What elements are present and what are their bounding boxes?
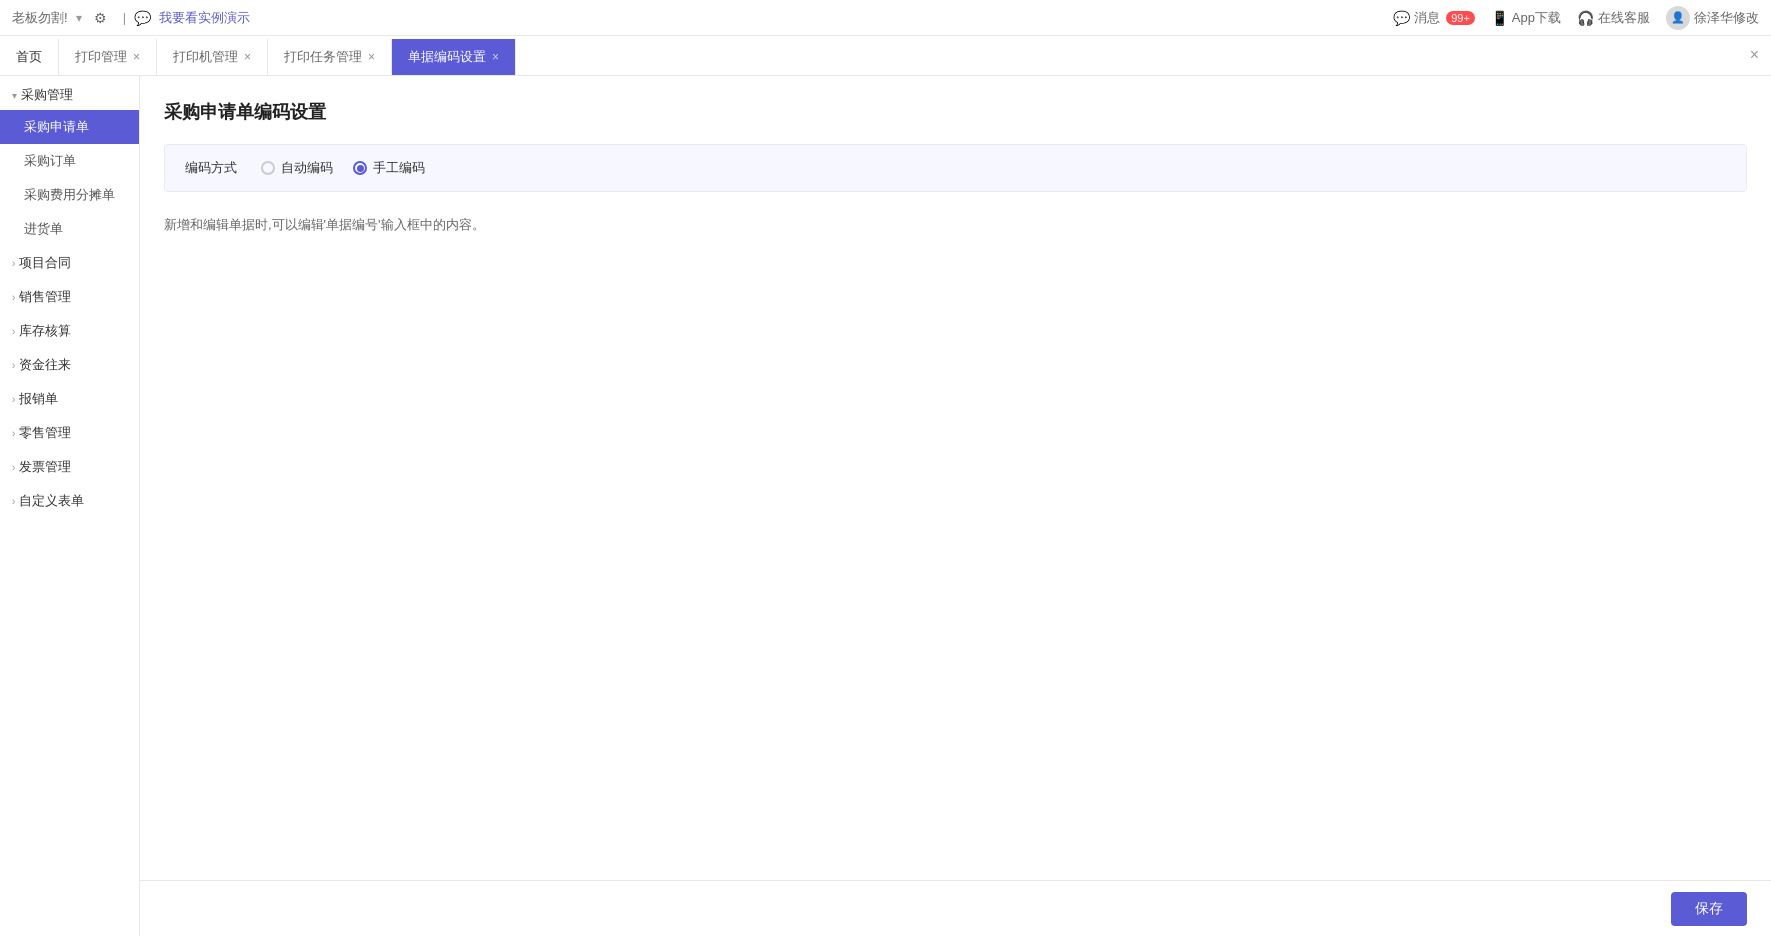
- sidebar-group-procurement: ▾ 采购管理 采购申请单 采购订单 采购费用分摊单 进货单: [0, 76, 139, 246]
- radio-manual-encoding[interactable]: 手工编码: [353, 159, 425, 177]
- sidebar-group-custom-form[interactable]: › 自定义表单: [0, 484, 139, 518]
- chevron-right-icon: ›: [12, 258, 15, 269]
- radio-auto-label: 自动编码: [281, 159, 333, 177]
- radio-manual-label: 手工编码: [373, 159, 425, 177]
- encoding-label: 编码方式: [185, 159, 237, 177]
- demo-link-icon: 💬: [134, 10, 151, 26]
- tab-print-task-mgmt-close[interactable]: ×: [368, 50, 375, 64]
- sidebar-group-sales-mgmt[interactable]: › 销售管理: [0, 280, 139, 314]
- sidebar-group-retail[interactable]: › 零售管理: [0, 416, 139, 450]
- tab-bar-close-all[interactable]: ×: [1738, 35, 1771, 75]
- avatar: 👤: [1666, 6, 1690, 30]
- encoding-radio-group: 自动编码 手工编码: [261, 159, 425, 177]
- page-title: 采购申请单编码设置: [164, 100, 1747, 124]
- demo-link[interactable]: 我要看实例演示: [159, 9, 250, 27]
- tab-home[interactable]: 首页: [0, 39, 59, 75]
- top-bar: 老板勿割! | 💬 我要看实例演示 消息 99+ App下载 在线客服 👤 徐泽…: [0, 0, 1771, 36]
- sidebar-item-purchase-expense[interactable]: 采购费用分摊单: [0, 178, 139, 212]
- tab-print-mgmt-label: 打印管理: [75, 48, 127, 66]
- content-area: 采购申请单编码设置 编码方式 自动编码 手工编码 新增和编辑单据时,可以编辑'单…: [140, 76, 1771, 936]
- tab-barcode-settings-close[interactable]: ×: [492, 50, 499, 64]
- main-layout: ▾ 采购管理 采购申请单 采购订单 采购费用分摊单 进货单 › 项目合同 › 销…: [0, 76, 1771, 936]
- message-label: 消息: [1414, 9, 1440, 27]
- brand-label: 老板勿割!: [12, 9, 68, 27]
- radio-auto-encoding[interactable]: 自动编码: [261, 159, 333, 177]
- sidebar: ▾ 采购管理 采购申请单 采购订单 采购费用分摊单 进货单 › 项目合同 › 销…: [0, 76, 140, 936]
- chevron-right-icon6: ›: [12, 428, 15, 439]
- radio-auto-circle[interactable]: [261, 161, 275, 175]
- service-icon: [1577, 10, 1594, 26]
- user-name: 徐泽华修改: [1694, 9, 1759, 27]
- sidebar-group-returns[interactable]: › 报销单: [0, 382, 139, 416]
- sidebar-group-procurement-title[interactable]: ▾ 采购管理: [0, 76, 139, 110]
- tab-barcode-settings-label: 单据编码设置: [408, 48, 486, 66]
- save-button[interactable]: 保存: [1671, 892, 1747, 926]
- sidebar-item-purchase-request[interactable]: 采购申请单: [0, 110, 139, 144]
- hint-text: 新增和编辑单据时,可以编辑'单据编号'输入框中的内容。: [164, 208, 1747, 242]
- encoding-section: 编码方式 自动编码 手工编码: [164, 144, 1747, 192]
- content-main: 采购申请单编码设置 编码方式 自动编码 手工编码 新增和编辑单据时,可以编辑'单…: [140, 76, 1771, 880]
- sidebar-group-project-contract[interactable]: › 项目合同: [0, 246, 139, 280]
- sidebar-item-purchase-order[interactable]: 采购订单: [0, 144, 139, 178]
- top-bar-right: 消息 99+ App下载 在线客服 👤 徐泽华修改: [1393, 6, 1759, 30]
- chevron-down-icon: ▾: [12, 90, 17, 101]
- message-icon: [1393, 10, 1410, 26]
- tab-print-mgmt[interactable]: 打印管理 ×: [59, 39, 157, 75]
- online-service-button[interactable]: 在线客服: [1577, 9, 1650, 27]
- tab-home-label: 首页: [16, 48, 42, 66]
- tab-bar: 首页 打印管理 × 打印机管理 × 打印任务管理 × 单据编码设置 × ×: [0, 36, 1771, 76]
- sidebar-group-fund[interactable]: › 资金往来: [0, 348, 139, 382]
- tab-print-task-mgmt-label: 打印任务管理: [284, 48, 362, 66]
- tab-printer-mgmt-label: 打印机管理: [173, 48, 238, 66]
- top-bar-left: 老板勿割! | 💬 我要看实例演示: [12, 9, 250, 27]
- app-download-label: App下载: [1512, 9, 1561, 27]
- online-service-label: 在线客服: [1598, 9, 1650, 27]
- sidebar-group-inventory[interactable]: › 库存核算: [0, 314, 139, 348]
- message-badge: 99+: [1446, 11, 1475, 25]
- settings-icon[interactable]: [94, 10, 107, 26]
- chevron-right-icon7: ›: [12, 462, 15, 473]
- user-menu[interactable]: 👤 徐泽华修改: [1666, 6, 1759, 30]
- app-icon: [1491, 10, 1508, 26]
- chevron-right-icon2: ›: [12, 292, 15, 303]
- message-button[interactable]: 消息 99+: [1393, 9, 1475, 27]
- tab-barcode-settings[interactable]: 单据编码设置 ×: [392, 39, 516, 75]
- sidebar-group-procurement-label: 采购管理: [21, 86, 73, 104]
- chevron-right-icon8: ›: [12, 496, 15, 507]
- tab-print-mgmt-close[interactable]: ×: [133, 50, 140, 64]
- sidebar-item-stock-in[interactable]: 进货单: [0, 212, 139, 246]
- tab-printer-mgmt[interactable]: 打印机管理 ×: [157, 39, 268, 75]
- app-download-button[interactable]: App下载: [1491, 9, 1561, 27]
- radio-manual-circle[interactable]: [353, 161, 367, 175]
- chevron-right-icon3: ›: [12, 326, 15, 337]
- tab-printer-mgmt-close[interactable]: ×: [244, 50, 251, 64]
- content-footer: 保存: [140, 880, 1771, 936]
- sidebar-group-invoice[interactable]: › 发票管理: [0, 450, 139, 484]
- dropdown-icon[interactable]: [76, 10, 82, 25]
- tab-print-task-mgmt[interactable]: 打印任务管理 ×: [268, 39, 392, 75]
- chevron-right-icon4: ›: [12, 360, 15, 371]
- chevron-right-icon5: ›: [12, 394, 15, 405]
